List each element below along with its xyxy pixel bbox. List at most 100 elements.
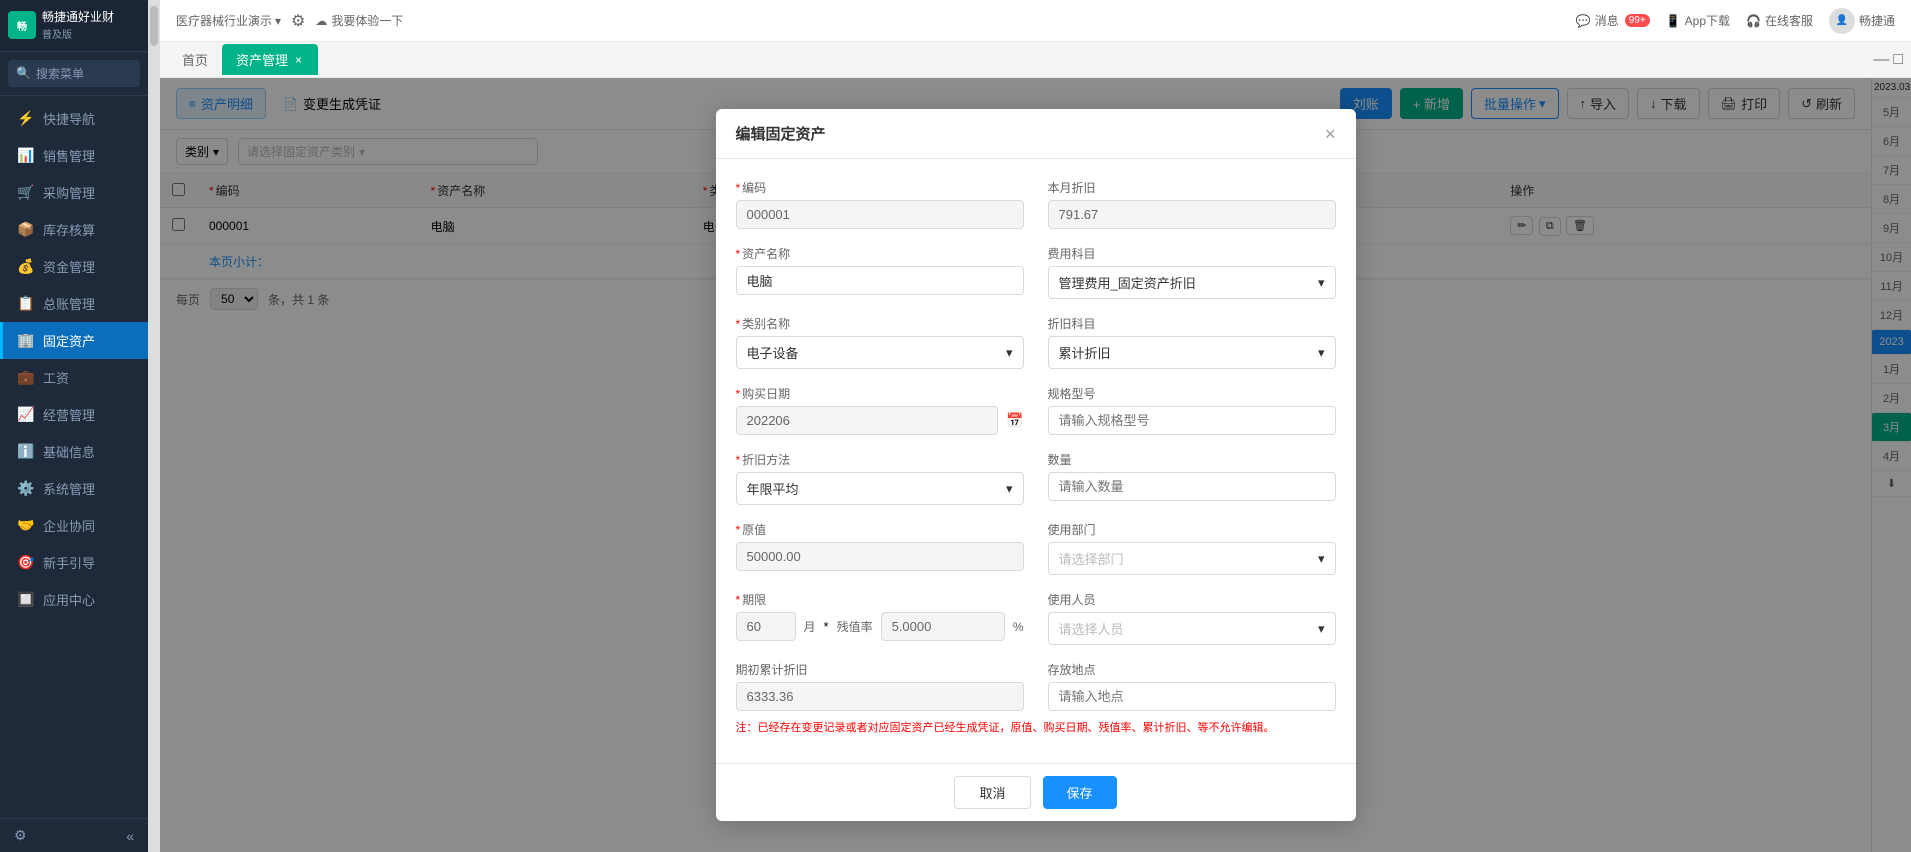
- sidebar-item-operations[interactable]: 📈 经营管理: [0, 396, 148, 433]
- system-label: 系统管理: [43, 479, 95, 498]
- dep-method-value: 年限平均: [747, 479, 799, 498]
- sidebar-item-inventory[interactable]: 📦 库存核算: [0, 211, 148, 248]
- location-input[interactable]: [1048, 682, 1336, 711]
- category-value: 电子设备: [747, 343, 799, 362]
- funds-icon: 💰: [17, 257, 35, 275]
- app-edition: 普及版: [42, 26, 114, 41]
- chevron-down-icon: ▾: [1318, 551, 1325, 567]
- dep-subject-select[interactable]: 累计折旧 ▾: [1048, 336, 1336, 369]
- tab-home[interactable]: 首页: [168, 44, 222, 75]
- sidebar-item-purchase[interactable]: 🛒 采购管理: [0, 174, 148, 211]
- category-select[interactable]: 电子设备 ▾: [736, 336, 1024, 369]
- residual-rate-unit: %: [1013, 620, 1024, 634]
- modal-body: * 编码 本月折旧: [716, 159, 1356, 763]
- tab-maximize-button[interactable]: □: [1893, 51, 1903, 69]
- purchase-date-input[interactable]: [736, 406, 999, 435]
- monthly-dep-input[interactable]: [1048, 200, 1336, 229]
- settings-button[interactable]: ⚙: [14, 827, 27, 844]
- sidebar-footer: ⚙ «: [0, 818, 148, 852]
- spec-input[interactable]: [1048, 406, 1336, 435]
- dep-method-select[interactable]: 年限平均 ▾: [736, 472, 1024, 505]
- modal-overlay: 编辑固定资产 × * 编码: [160, 78, 1911, 852]
- dep-subject-label: 折旧科目: [1048, 315, 1336, 332]
- form-group-code: * 编码: [736, 179, 1024, 229]
- sidebar-item-payroll[interactable]: 💼 工资: [0, 359, 148, 396]
- original-value-input[interactable]: [736, 542, 1024, 571]
- calendar-icon[interactable]: 📅: [1006, 412, 1023, 429]
- department-placeholder: 请选择部门: [1059, 549, 1124, 568]
- dep-subject-value: 累计折旧: [1059, 343, 1111, 362]
- search-menu-button[interactable]: 🔍 搜索菜单: [8, 60, 140, 87]
- chevron-down-icon: ▾: [1318, 345, 1325, 361]
- chevron-down-icon: ▾: [275, 14, 281, 28]
- guide-label: 新手引导: [43, 553, 95, 572]
- quantity-label: 数量: [1048, 451, 1336, 468]
- payroll-label: 工资: [43, 368, 69, 387]
- operations-icon: 📈: [17, 405, 35, 423]
- department-select[interactable]: 请选择部门 ▾: [1048, 542, 1336, 575]
- residual-rate-input[interactable]: [881, 612, 1005, 641]
- experience-button[interactable]: ☁ 我要体验一下: [315, 12, 403, 29]
- period-row: 月 * 残值率 %: [736, 612, 1024, 641]
- form-group-quantity: 数量: [1048, 451, 1336, 505]
- save-button[interactable]: 保存: [1043, 776, 1117, 809]
- avatar: 👤: [1829, 8, 1855, 34]
- message-item[interactable]: 💬 消息 99+: [1576, 12, 1650, 29]
- user-item[interactable]: 👤 畅捷通: [1829, 8, 1895, 34]
- company-selector[interactable]: 医疗器械行业演示 ▾: [176, 12, 281, 29]
- period-unit: 月: [804, 618, 816, 635]
- experience-label: 我要体验一下: [331, 12, 403, 29]
- code-input[interactable]: [736, 200, 1024, 229]
- tab-controls: — □: [1873, 51, 1903, 69]
- tab-minimize-button[interactable]: —: [1873, 51, 1889, 69]
- settings-gear-button[interactable]: ⚙: [291, 11, 305, 31]
- app-center-icon: 🔲: [17, 590, 35, 608]
- topbar-left: 医疗器械行业演示 ▾ ⚙ ☁ 我要体验一下: [176, 11, 403, 31]
- app-title: 畅捷通好业财: [42, 10, 114, 26]
- cancel-button[interactable]: 取消: [954, 776, 1030, 809]
- period-input[interactable]: [736, 612, 796, 641]
- sidebar-item-funds[interactable]: 💰 资金管理: [0, 248, 148, 285]
- topbar: 医疗器械行业演示 ▾ ⚙ ☁ 我要体验一下 💬 消息 99+ 📱 App下载 🎧…: [160, 0, 1911, 42]
- sidebar-search-area[interactable]: 🔍 搜索菜单: [0, 52, 148, 96]
- main-area: 医疗器械行业演示 ▾ ⚙ ☁ 我要体验一下 💬 消息 99+ 📱 App下载 🎧…: [160, 0, 1911, 852]
- sidebar-item-ledger[interactable]: 📋 总账管理: [0, 285, 148, 322]
- sidebar-item-guide[interactable]: 🎯 新手引导: [0, 544, 148, 581]
- quick-nav-label: 快捷导航: [43, 109, 95, 128]
- fixed-assets-icon: 🏢: [17, 331, 35, 349]
- user-select[interactable]: 请选择人员 ▾: [1048, 612, 1336, 645]
- user-field-label: 使用人员: [1048, 591, 1336, 608]
- asset-name-input[interactable]: [736, 266, 1024, 295]
- form-group-dep-method: * 折旧方法 年限平均 ▾: [736, 451, 1024, 505]
- modal-close-button[interactable]: ×: [1325, 125, 1336, 143]
- scroll-thumb[interactable]: [150, 6, 158, 46]
- sidebar-item-quick-nav[interactable]: ⚡ 快捷导航: [0, 100, 148, 137]
- inventory-icon: 📦: [17, 220, 35, 238]
- message-badge: 99+: [1625, 14, 1650, 27]
- inventory-label: 库存核算: [43, 220, 95, 239]
- sidebar-item-sales[interactable]: 📊 销售管理: [0, 137, 148, 174]
- purchase-date-label: * 购买日期: [736, 385, 1024, 402]
- sidebar-item-base-info[interactable]: ℹ️ 基础信息: [0, 433, 148, 470]
- online-service-item[interactable]: 🎧 在线客服: [1746, 12, 1813, 29]
- collapse-button[interactable]: «: [126, 828, 134, 844]
- sidebar-item-fixed-assets[interactable]: 🏢 固定资产: [0, 322, 148, 359]
- sidebar-item-enterprise[interactable]: 🤝 企业协同: [0, 507, 148, 544]
- initial-dep-input[interactable]: [736, 682, 1024, 711]
- expense-subject-select[interactable]: 管理费用_固定资产折旧 ▾: [1048, 266, 1336, 299]
- sidebar-item-system[interactable]: ⚙️ 系统管理: [0, 470, 148, 507]
- user-placeholder: 请选择人员: [1059, 619, 1124, 638]
- message-icon: 💬: [1576, 14, 1591, 28]
- ledger-icon: 📋: [17, 294, 35, 312]
- tab-asset-management[interactable]: 资产管理 ×: [222, 44, 318, 75]
- app-download-item[interactable]: 📱 App下载: [1666, 12, 1730, 29]
- sidebar-header: 畅 畅捷通好业财 普及版: [0, 0, 148, 52]
- tab-home-label: 首页: [182, 50, 208, 69]
- scroll-track[interactable]: [148, 0, 160, 852]
- purchase-label: 采购管理: [43, 183, 95, 202]
- quantity-input[interactable]: [1048, 472, 1336, 501]
- tab-close-button[interactable]: ×: [293, 53, 304, 67]
- cloud-icon: ☁: [315, 14, 327, 28]
- form-group-spec: 规格型号: [1048, 385, 1336, 435]
- sidebar-item-app-center[interactable]: 🔲 应用中心: [0, 581, 148, 618]
